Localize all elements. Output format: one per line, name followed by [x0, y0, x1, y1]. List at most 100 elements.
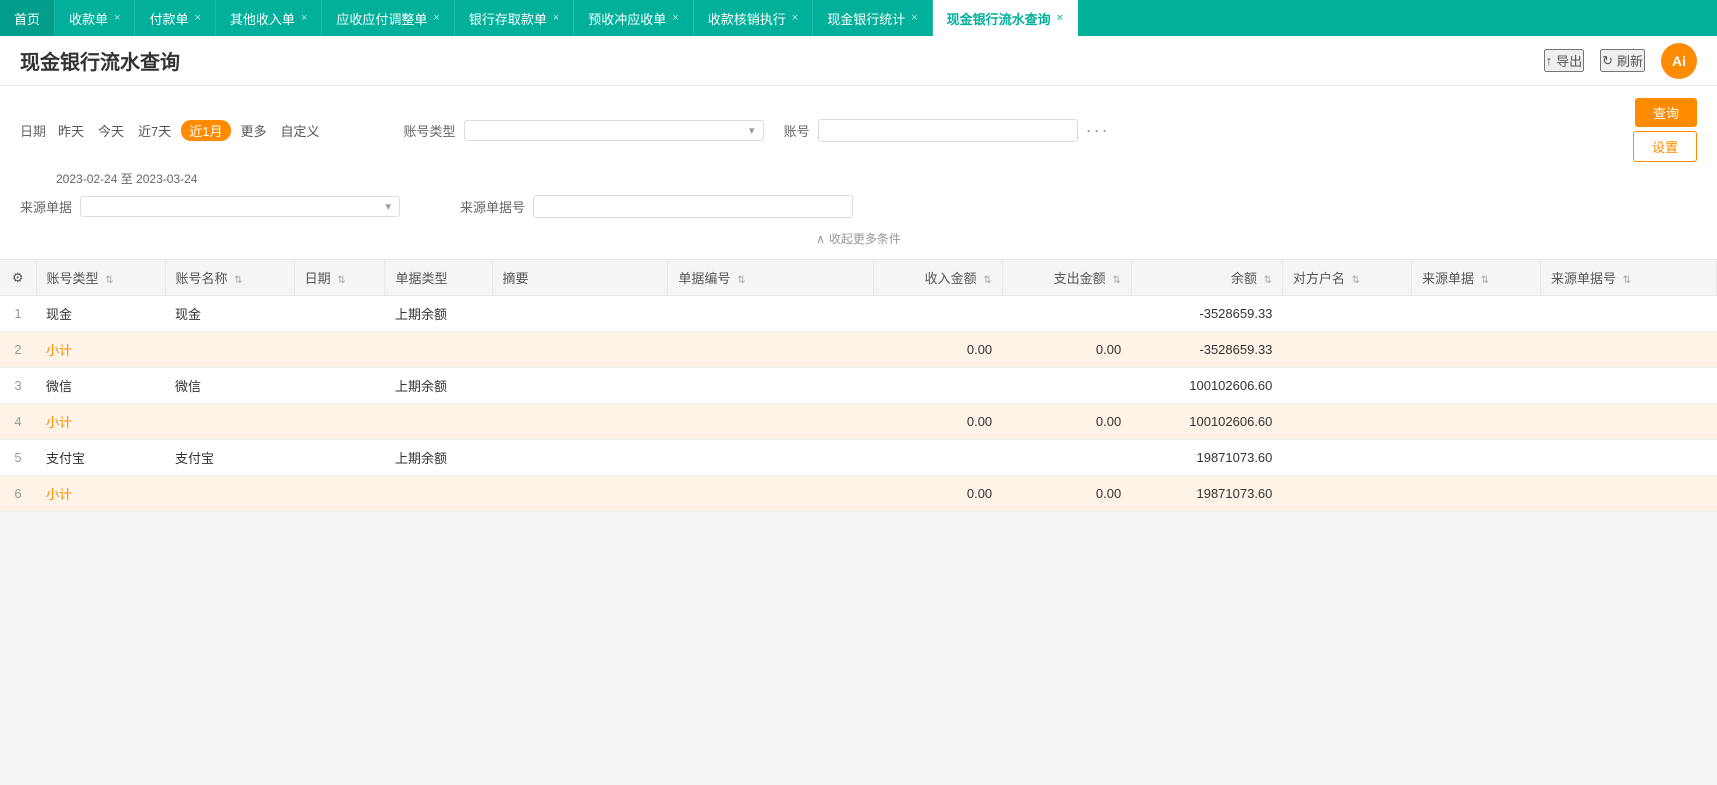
- table-cell: [492, 296, 668, 332]
- nav-home-label: 首页: [14, 9, 40, 28]
- nav-item-yingshou-adjust[interactable]: 应收应付调整单 ×: [322, 0, 454, 36]
- col-source-doc-no-label: 来源单据号: [1551, 271, 1616, 286]
- col-income[interactable]: 收入金额 ⇅: [873, 260, 1002, 296]
- table-cell: [294, 440, 385, 476]
- table-cell: 现金: [165, 296, 294, 332]
- table-row[interactable]: 1现金现金上期余额-3528659.33: [0, 296, 1717, 332]
- shortcut-more[interactable]: 更多: [237, 120, 271, 141]
- shortcut-custom[interactable]: 自定义: [277, 120, 324, 141]
- table-cell: 5: [0, 440, 36, 476]
- table-cell: [1002, 368, 1131, 404]
- sort-icon: ⇅: [737, 275, 745, 286]
- col-account-type[interactable]: 账号类型 ⇅: [36, 260, 165, 296]
- table-cell: 0.00: [1002, 332, 1131, 368]
- table-row[interactable]: 5支付宝支付宝上期余额19871073.60: [0, 440, 1717, 476]
- sort-icon: ⇅: [983, 275, 991, 286]
- table-cell: [668, 368, 873, 404]
- sort-icon: ⇅: [1264, 275, 1272, 286]
- settings-button[interactable]: 设置: [1633, 131, 1697, 162]
- nav-close-icon[interactable]: ×: [553, 12, 559, 24]
- more-icon[interactable]: ···: [1086, 120, 1110, 141]
- nav-shoukuan-label: 收款单: [69, 9, 108, 28]
- refresh-icon: ↻: [1602, 53, 1613, 69]
- col-source-doc[interactable]: 来源单据 ⇅: [1411, 260, 1540, 296]
- col-doc-type[interactable]: 单据类型: [385, 260, 492, 296]
- col-source-doc-no[interactable]: 来源单据号 ⇅: [1540, 260, 1716, 296]
- col-summary[interactable]: 摘要: [492, 260, 668, 296]
- nav-close-icon[interactable]: ×: [792, 12, 798, 24]
- table-row[interactable]: 2小计0.000.00-3528659.33: [0, 332, 1717, 368]
- shortcut-today[interactable]: 今天: [94, 120, 128, 141]
- nav-close-icon[interactable]: ×: [911, 12, 917, 24]
- col-expense[interactable]: 支出金额 ⇅: [1002, 260, 1131, 296]
- col-doc-no[interactable]: 单据编号 ⇅: [668, 260, 873, 296]
- collapse-bar[interactable]: ∧ 收起更多条件: [20, 226, 1697, 247]
- table-cell: [873, 368, 1002, 404]
- shortcut-yesterday[interactable]: 昨天: [54, 120, 88, 141]
- nav-item-fukuan[interactable]: 付款单 ×: [135, 0, 215, 36]
- query-button[interactable]: 查询: [1635, 98, 1697, 127]
- table-cell: [1411, 332, 1540, 368]
- col-expense-label: 支出金额: [1054, 271, 1106, 286]
- table-cell: [165, 332, 294, 368]
- table-cell: 上期余额: [385, 296, 492, 332]
- nav-close-icon[interactable]: ×: [114, 12, 120, 24]
- col-date[interactable]: 日期 ⇅: [294, 260, 385, 296]
- sort-icon: ⇅: [1481, 275, 1489, 286]
- table-cell: 小计: [36, 404, 165, 440]
- table-cell: [1282, 296, 1411, 332]
- table-row[interactable]: 3微信微信上期余额100102606.60: [0, 368, 1717, 404]
- date-range-text: 2023-02-24 至 2023-03-24: [56, 172, 197, 186]
- nav-item-yushou[interactable]: 预收冲应收单 ×: [574, 0, 693, 36]
- source-doc-chevron: ▾: [385, 200, 391, 213]
- table-cell: [668, 476, 873, 512]
- nav-close-icon[interactable]: ×: [194, 12, 200, 24]
- table-cell: [1411, 296, 1540, 332]
- table-cell: [1411, 368, 1540, 404]
- col-counterpart[interactable]: 对方户名 ⇅: [1282, 260, 1411, 296]
- nav-item-bank-deposit[interactable]: 银行存取款单 ×: [455, 0, 574, 36]
- nav-close-icon[interactable]: ×: [1057, 12, 1063, 24]
- export-button[interactable]: ↑ 导出: [1544, 49, 1585, 72]
- date-label: 日期: [20, 121, 46, 140]
- table-cell: [668, 296, 873, 332]
- nav-close-icon[interactable]: ×: [672, 12, 678, 24]
- shortcut-7days[interactable]: 近7天: [134, 120, 175, 141]
- col-settings[interactable]: ⚙: [0, 260, 36, 296]
- table-cell: [294, 476, 385, 512]
- filter-row-2: 来源单据 ▾ 来源单据号: [20, 195, 1697, 218]
- table-cell: 上期余额: [385, 368, 492, 404]
- source-doc-no-input[interactable]: [533, 195, 853, 218]
- col-balance[interactable]: 余额 ⇅: [1131, 260, 1282, 296]
- date-shortcuts: 昨天 今天 近7天 近1月 更多 自定义: [54, 120, 324, 141]
- table-cell: 0.00: [1002, 476, 1131, 512]
- table-cell: 2: [0, 332, 36, 368]
- nav-item-flow[interactable]: 现金银行流水查询 ×: [933, 0, 1078, 36]
- account-input[interactable]: [818, 119, 1078, 142]
- table-cell: 支付宝: [165, 440, 294, 476]
- nav-item-stats[interactable]: 现金银行统计 ×: [813, 0, 932, 36]
- col-account-type-label: 账号类型: [47, 271, 99, 286]
- account-label: 账号: [784, 121, 810, 140]
- nav-item-home[interactable]: 首页: [0, 0, 55, 36]
- table-row[interactable]: 6小计0.000.0019871073.60: [0, 476, 1717, 512]
- account-type-select[interactable]: ▾: [464, 120, 764, 141]
- nav-item-other-income[interactable]: 其他收入单 ×: [216, 0, 322, 36]
- table-cell: [1282, 404, 1411, 440]
- ai-avatar[interactable]: Ai: [1661, 43, 1697, 79]
- nav-close-icon[interactable]: ×: [433, 12, 439, 24]
- settings-icon[interactable]: ⚙: [12, 270, 24, 285]
- table-row[interactable]: 4小计0.000.00100102606.60: [0, 404, 1717, 440]
- nav-item-shoukuan[interactable]: 收款单 ×: [55, 0, 135, 36]
- refresh-button[interactable]: ↻ 刷新: [1600, 49, 1645, 72]
- source-doc-select[interactable]: ▾: [80, 196, 400, 217]
- shortcut-1month[interactable]: 近1月: [181, 120, 230, 141]
- nav-item-hexiao[interactable]: 收款核销执行 ×: [694, 0, 813, 36]
- col-account-name[interactable]: 账号名称 ⇅: [165, 260, 294, 296]
- nav-stats-label: 现金银行统计: [827, 9, 905, 28]
- nav-close-icon[interactable]: ×: [301, 12, 307, 24]
- col-income-label: 收入金额: [925, 271, 977, 286]
- filter-row-1: 日期 昨天 今天 近7天 近1月 更多 自定义 账号类型 ▾ 账号 ···: [20, 98, 1697, 162]
- source-doc-filter-group: 来源单据 ▾: [20, 196, 400, 217]
- export-icon: ↑: [1546, 53, 1553, 68]
